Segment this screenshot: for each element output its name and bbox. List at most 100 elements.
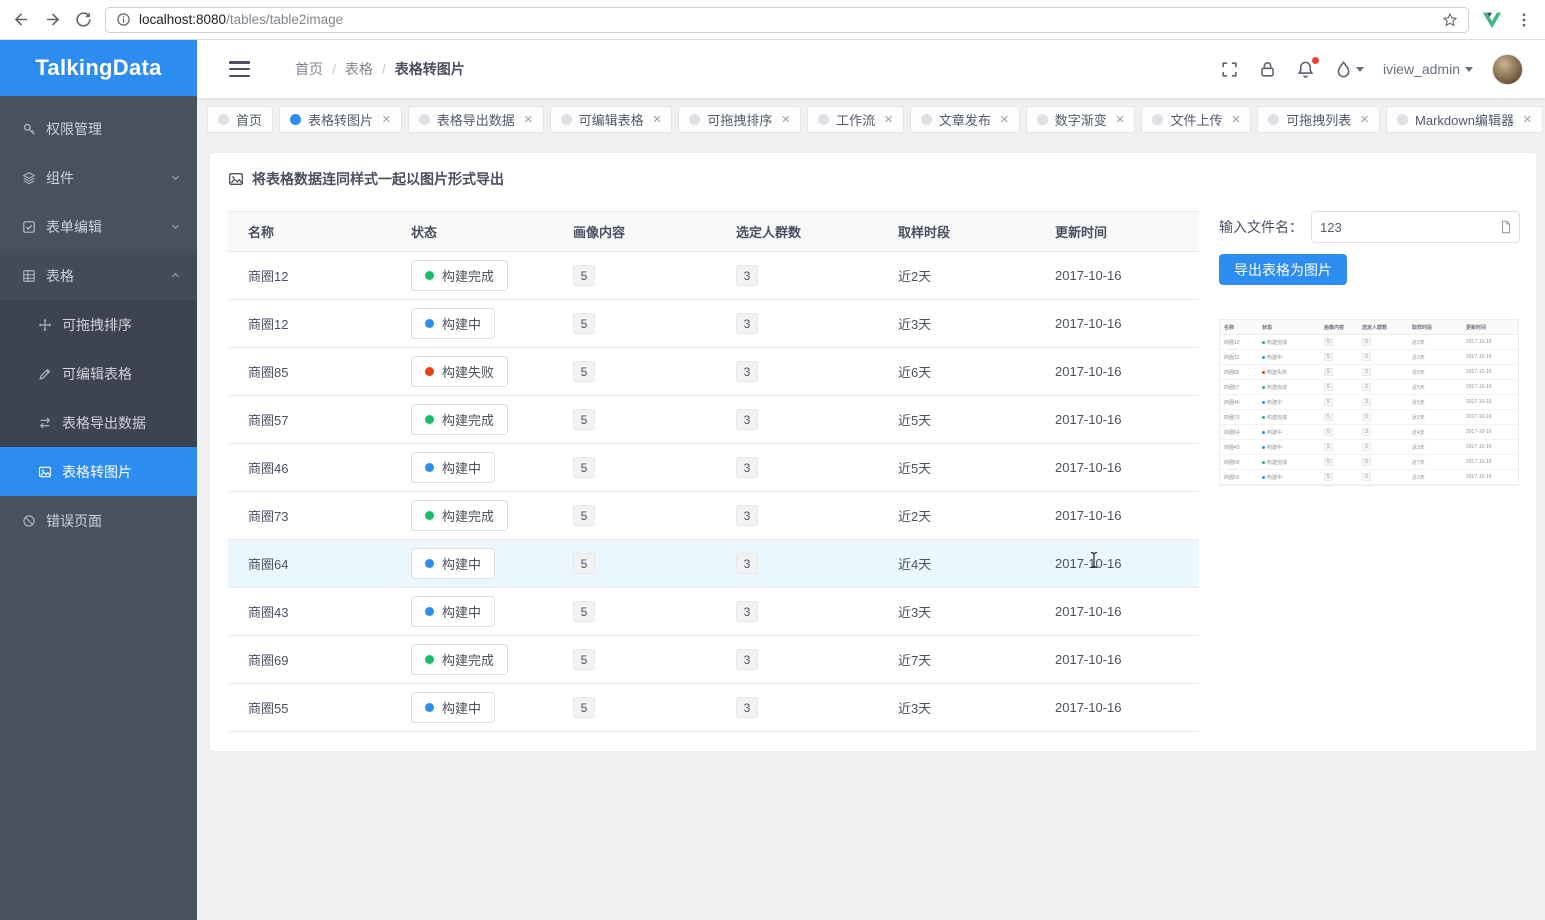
tab-close-icon[interactable]: ×	[884, 112, 893, 127]
sidebar-item-label: 表格转图片	[62, 463, 132, 480]
table-row[interactable]: 商圈43 构建中 5 3 近3天 2017-10-16	[228, 587, 1199, 636]
tab-close-icon[interactable]: ×	[382, 112, 391, 127]
tab-label: 表格导出数据	[436, 112, 515, 128]
breadcrumb-item[interactable]: 首页	[295, 59, 323, 79]
tab-close-icon[interactable]: ×	[1523, 112, 1532, 127]
status-button[interactable]: 构建中	[411, 596, 496, 627]
tab-item[interactable]: 数字渐变 ×	[1025, 105, 1136, 133]
table-row[interactable]: 商圈73 构建完成 5 3 近2天 2017-10-16	[228, 491, 1199, 540]
tab-close-icon[interactable]: ×	[524, 112, 533, 127]
tab-item[interactable]: 文件上传 ×	[1141, 105, 1252, 133]
tab-item[interactable]: 可编辑表格 ×	[549, 105, 673, 133]
forward-icon[interactable]	[43, 10, 62, 29]
tab-item[interactable]: Markdown编辑器 ×	[1386, 105, 1543, 133]
status-button[interactable]: 构建中	[411, 548, 496, 579]
sidebar-submenu-item[interactable]: 表格导出数据	[0, 398, 197, 447]
fullscreen-icon[interactable]	[1220, 60, 1239, 79]
tab-label: 可拖拽排序	[707, 112, 773, 128]
cell-period: 近2天	[878, 251, 1035, 300]
cell-status: 构建中	[391, 443, 553, 492]
preview-chip: 5	[1324, 368, 1333, 376]
status-button[interactable]: 构建中	[411, 452, 496, 483]
tab-close-icon[interactable]: ×	[1360, 112, 1369, 127]
table-row[interactable]: 商圈55 构建中 5 3 近3天 2017-10-16	[228, 683, 1199, 732]
tab-close-icon[interactable]: ×	[1116, 112, 1125, 127]
table-row[interactable]: 商圈12 构建完成 5 3 近2天 2017-10-16	[228, 251, 1199, 300]
status-dot-icon	[425, 511, 434, 520]
sidebar-menu-item[interactable]: 组件	[0, 153, 197, 202]
preview-status: 构建中	[1258, 429, 1320, 436]
bell-icon[interactable]	[1296, 56, 1319, 79]
tab-item[interactable]: 表格导出数据 ×	[407, 105, 544, 133]
breadcrumb-separator: /	[381, 61, 386, 77]
tab-close-icon[interactable]: ×	[1000, 112, 1009, 127]
app-logo[interactable]: TalkingData	[0, 40, 197, 96]
table-row[interactable]: 商圈69 构建完成 5 3 近7天 2017-10-16	[228, 635, 1199, 684]
page-info-icon[interactable]	[116, 12, 131, 27]
sidebar-menu-item[interactable]: 表单编辑	[0, 202, 197, 251]
table-row[interactable]: 商圈57 构建完成 5 3 近5天 2017-10-16	[228, 395, 1199, 444]
sidebar-submenu-item[interactable]: 表格转图片	[0, 447, 197, 496]
tab-item[interactable]: 首页	[207, 105, 274, 133]
sidebar-submenu-item[interactable]: 可编辑表格	[0, 349, 197, 398]
tab-close-icon[interactable]: ×	[1232, 112, 1241, 127]
status-label: 构建完成	[442, 653, 495, 668]
cell-updated: 2017-10-16	[1035, 683, 1199, 732]
status-button[interactable]: 构建完成	[411, 404, 509, 435]
breadcrumb-item[interactable]: 表格	[345, 59, 373, 79]
sidebar-menu-item[interactable]: 表格	[0, 251, 197, 300]
table-row[interactable]: 商圈46 构建中 5 3 近5天 2017-10-16	[228, 443, 1199, 492]
tab-item[interactable]: 表格转图片 ×	[279, 105, 402, 133]
cell-status: 构建中	[391, 539, 553, 588]
portrait-count-chip: 5	[573, 649, 595, 670]
preview-period: 近2天	[1412, 414, 1425, 421]
filename-row: 输入文件名：	[1219, 211, 1520, 243]
preview-updated: 2017-10-16	[1466, 429, 1492, 435]
export-image-button[interactable]: 导出表格为图片	[1219, 254, 1347, 285]
preview-period: 近5天	[1412, 399, 1425, 406]
status-button[interactable]: 构建中	[411, 692, 496, 723]
sidebar-menu-item[interactable]: 错误页面	[0, 496, 197, 545]
tab-item[interactable]: 工作流 ×	[807, 105, 904, 133]
tab-item[interactable]: 可拖拽列表 ×	[1257, 105, 1381, 133]
pencil-icon	[38, 367, 52, 381]
menu-toggle-icon[interactable]	[229, 61, 250, 77]
tab-close-icon[interactable]: ×	[781, 112, 790, 127]
tab-item[interactable]: 文章发布 ×	[909, 105, 1020, 133]
user-menu[interactable]: iview_admin	[1383, 61, 1473, 77]
theme-switcher[interactable]	[1334, 60, 1364, 79]
status-button[interactable]: 构建完成	[411, 500, 509, 531]
table-row[interactable]: 商圈85 构建失败 5 3 近6天 2017-10-16	[228, 347, 1199, 396]
vue-devtools-extension-icon[interactable]	[1481, 9, 1503, 31]
preview-portrait: 5	[1320, 338, 1358, 346]
status-button[interactable]: 构建完成	[411, 260, 509, 291]
sidebar-submenu-item[interactable]: 可拖拽排序	[0, 300, 197, 349]
address-bar[interactable]: localhost:8080/tables/table2image	[105, 6, 1469, 33]
status-button[interactable]: 构建失败	[411, 356, 509, 387]
cell-updated: 2017-10-16	[1035, 443, 1199, 492]
tab-item[interactable]: 可拖拽排序 ×	[678, 105, 802, 133]
status-button[interactable]: 构建中	[411, 308, 496, 339]
reload-icon[interactable]	[74, 10, 93, 29]
preview-row: 商圈43 构建中 5 3 近3天 2017-10-16	[1220, 440, 1518, 455]
card-title: 将表格数据连同样式一起以图片形式导出	[252, 171, 504, 187]
cell-updated: 2017-10-16	[1035, 587, 1199, 636]
table-row[interactable]: 商圈12 构建中 5 3 近3天 2017-10-16	[228, 299, 1199, 348]
bookmark-star-icon[interactable]	[1442, 12, 1458, 28]
tab-close-icon[interactable]: ×	[653, 112, 662, 127]
lock-icon[interactable]	[1258, 60, 1277, 79]
browser-menu-icon[interactable]	[1515, 11, 1533, 29]
preview-audience: 3	[1358, 458, 1408, 466]
table-row[interactable]: 商圈64 构建中 5 3 近4天 2017-10-16	[228, 539, 1199, 588]
sidebar-menu-item[interactable]: 权限管理	[0, 104, 197, 153]
preview-status: 构建完成	[1258, 459, 1320, 466]
chevron-down-icon	[170, 172, 181, 183]
status-button[interactable]: 构建完成	[411, 644, 509, 675]
avatar[interactable]	[1492, 53, 1523, 85]
back-icon[interactable]	[12, 10, 31, 29]
filename-input[interactable]	[1311, 211, 1520, 243]
username-label: iview_admin	[1382, 61, 1460, 77]
cell-name: 商圈43	[228, 587, 391, 636]
card-title-row: 将表格数据连同样式一起以图片形式导出	[228, 169, 1518, 189]
preview-chip: 5	[1324, 473, 1333, 481]
